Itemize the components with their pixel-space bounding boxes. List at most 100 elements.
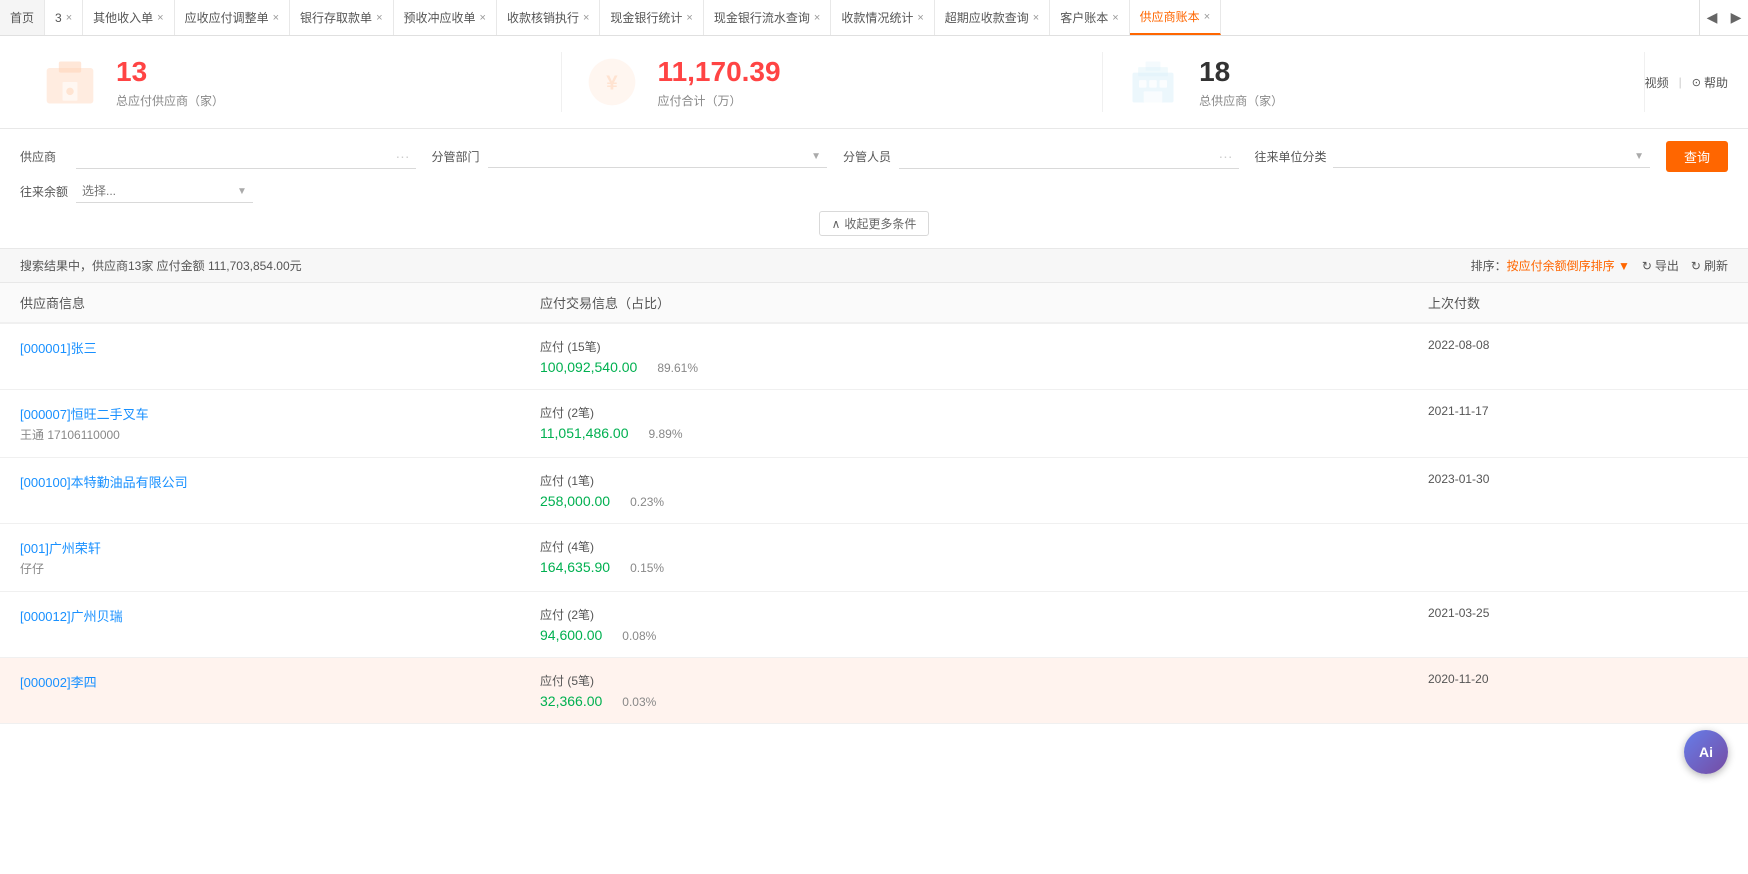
nav-item-bank-deposit[interactable]: 银行存取款单 × [290, 0, 393, 35]
dept-input[interactable] [494, 149, 812, 163]
export-label: 导出 [1655, 257, 1679, 274]
result-actions: 排序：按应付余额倒序排序 ▼ ↻ 导出 ↻ 刷新 [1471, 257, 1728, 274]
nav-item-collection-exec[interactable]: 收款核销执行 × [497, 0, 600, 35]
supplier-input-wrap: ··· [76, 144, 416, 169]
last-pay-3: 2023-01-30 [1428, 472, 1728, 486]
last-pay-1: 2022-08-08 [1428, 338, 1728, 352]
category-input[interactable] [1339, 149, 1635, 163]
summary-card-total-suppliers: 18 总供应商（家） [1103, 52, 1645, 112]
result-bar: 搜索结果中，供应商13家 应付金额 111,703,854.00元 排序：按应付… [0, 249, 1748, 283]
balance-filter-label: 往来余额 [20, 183, 70, 200]
nav-item-cash-bank-flow[interactable]: 现金银行流水查询 × [704, 0, 831, 35]
collapse-button[interactable]: ∧ 收起更多条件 [819, 211, 930, 236]
nav-prev-arrow[interactable]: ◀ [1700, 0, 1724, 36]
payable-amount-5[interactable]: 94,600.00 [540, 627, 602, 643]
payable-amount-6[interactable]: 32,366.00 [540, 693, 602, 709]
supplier-name-link-1[interactable]: [000001]张三 [20, 338, 540, 357]
table-row: [000012]广州贝瑞 应付 (2笔) 94,600.00 0.08% 202… [0, 592, 1748, 658]
nav-close-icon[interactable]: × [480, 12, 486, 24]
filter-section: 供应商 ··· 分管部门 ▼ 分管人员 ··· 往来单位分类 ▼ [0, 129, 1748, 249]
nav-item-advance-offset[interactable]: 预收冲应收单 × [394, 0, 497, 35]
payable-amount-1[interactable]: 100,092,540.00 [540, 359, 637, 375]
video-link[interactable]: 视频 [1645, 74, 1669, 91]
col-header-lastpay: 上次付数 [1428, 293, 1728, 312]
nav-close-icon[interactable]: × [157, 12, 163, 24]
supplier-contact-2: 王通 17106110000 [20, 426, 540, 443]
person-filter-label: 分管人员 [843, 148, 893, 165]
nav-item-cash-bank-stat[interactable]: 现金银行统计 × [600, 0, 703, 35]
refresh-button[interactable]: ↻ 刷新 [1691, 257, 1728, 274]
nav-item-supplier-ledger[interactable]: 供应商账本 × [1130, 0, 1221, 35]
collapse-up-icon: ∧ [832, 217, 841, 231]
col-header-supplier: 供应商信息 [20, 293, 540, 312]
nav-close-icon[interactable]: × [1204, 11, 1210, 23]
table-row: [000001]张三 应付 (15笔) 100,092,540.00 89.61… [0, 324, 1748, 390]
supplier-icon-2: ¥ [582, 52, 642, 112]
nav-close-icon[interactable]: × [1033, 12, 1039, 24]
table-row: [000007]恒旺二手叉车 王通 17106110000 应付 (2笔) 11… [0, 390, 1748, 458]
ai-badge[interactable]: Ai [1684, 730, 1728, 774]
nav-close-icon[interactable]: × [1112, 12, 1118, 24]
payable-suppliers-count: 13 [116, 55, 224, 89]
nav-close-icon[interactable]: × [686, 12, 692, 24]
supplier-info-6: [000002]李四 [20, 672, 540, 691]
payable-label-5: 应付 (2笔) [540, 606, 1428, 623]
supplier-name-link-4[interactable]: [001]广州荣轩 [20, 538, 540, 557]
svg-text:¥: ¥ [606, 71, 618, 94]
nav-item-customer-ledger[interactable]: 客户账本 × [1050, 0, 1129, 35]
supplier-ellipsis-icon[interactable]: ··· [396, 148, 410, 164]
table-row: [000100]本特勤油品有限公司 应付 (1笔) 258,000.00 0.2… [0, 458, 1748, 524]
balance-input[interactable] [82, 184, 237, 198]
payable-label-3: 应付 (1笔) [540, 472, 1428, 489]
nav-item-home[interactable]: 首页 [0, 0, 45, 35]
nav-close-icon[interactable]: × [376, 12, 382, 24]
top-right-links: 视频 | ⊙ 帮助 [1645, 74, 1728, 91]
category-dropdown-icon[interactable]: ▼ [1634, 151, 1644, 162]
table-body: [000001]张三 应付 (15笔) 100,092,540.00 89.61… [0, 324, 1748, 874]
nav-next-arrow[interactable]: ▶ [1724, 0, 1748, 36]
query-button[interactable]: 查询 [1666, 141, 1728, 172]
supplier-info-1: [000001]张三 [20, 338, 540, 357]
nav-item-collection-stat[interactable]: 收款情况统计 × [831, 0, 934, 35]
nav-item-3[interactable]: 3 × [45, 0, 83, 35]
payable-amount-4[interactable]: 164,635.90 [540, 559, 610, 575]
payable-percent-1: 89.61% [657, 361, 698, 375]
filter-row-2: 往来余额 ▼ [20, 180, 1728, 203]
refresh-icon: ↻ [1691, 259, 1701, 273]
sort-value[interactable]: 按应付余额倒序排序 ▼ [1507, 259, 1630, 273]
payable-info-3: 应付 (1笔) 258,000.00 0.23% [540, 472, 1428, 509]
filter-supplier: 供应商 ··· [20, 144, 416, 169]
nav-item-other-income[interactable]: 其他收入单 × [83, 0, 174, 35]
table-section: 供应商信息 应付交易信息（占比） 上次付数 [000001]张三 应付 (15笔… [0, 283, 1748, 874]
nav-close-icon[interactable]: × [814, 12, 820, 24]
nav-close-icon[interactable]: × [583, 12, 589, 24]
result-text: 搜索结果中，供应商13家 应付金额 111,703,854.00元 [20, 257, 302, 274]
dept-dropdown-icon[interactable]: ▼ [811, 151, 821, 162]
payable-info-5: 应付 (2笔) 94,600.00 0.08% [540, 606, 1428, 643]
supplier-name-link-6[interactable]: [000002]李四 [20, 672, 540, 691]
nav-close-icon[interactable]: × [66, 12, 72, 24]
supplier-name-link-5[interactable]: [000012]广州贝瑞 [20, 606, 540, 625]
summary-card-payable-suppliers: 13 总应付供应商（家） [20, 52, 562, 112]
table-row: [000002]李四 应付 (5笔) 32,366.00 0.03% 2020-… [0, 658, 1748, 724]
supplier-name-link-2[interactable]: [000007]恒旺二手叉车 [20, 404, 540, 423]
supplier-name-link-3[interactable]: [000100]本特勤油品有限公司 [20, 472, 540, 491]
nav-close-icon[interactable]: × [917, 12, 923, 24]
payable-percent-4: 0.15% [630, 561, 664, 575]
help-link[interactable]: ⊙ 帮助 [1692, 74, 1728, 91]
nav-item-overdue-ar[interactable]: 超期应收款查询 × [935, 0, 1050, 35]
payable-amount-3[interactable]: 258,000.00 [540, 493, 610, 509]
summary-info-3: 18 总供应商（家） [1199, 55, 1283, 110]
filter-person: 分管人员 ··· [843, 144, 1239, 169]
nav-item-ap-adjustment[interactable]: 应收应付调整单 × [175, 0, 290, 35]
nav-close-icon[interactable]: × [273, 12, 279, 24]
export-button[interactable]: ↻ 导出 [1642, 257, 1679, 274]
payable-label-4: 应付 (4笔) [540, 538, 1428, 555]
payable-suppliers-label: 总应付供应商（家） [116, 92, 224, 109]
person-ellipsis-icon[interactable]: ··· [1219, 148, 1233, 164]
balance-dropdown-icon[interactable]: ▼ [237, 186, 247, 197]
supplier-input[interactable] [82, 149, 392, 163]
supplier-contact-4: 仔仔 [20, 560, 540, 577]
person-input[interactable] [905, 149, 1215, 163]
payable-amount-2[interactable]: 11,051,486.00 [540, 425, 629, 441]
